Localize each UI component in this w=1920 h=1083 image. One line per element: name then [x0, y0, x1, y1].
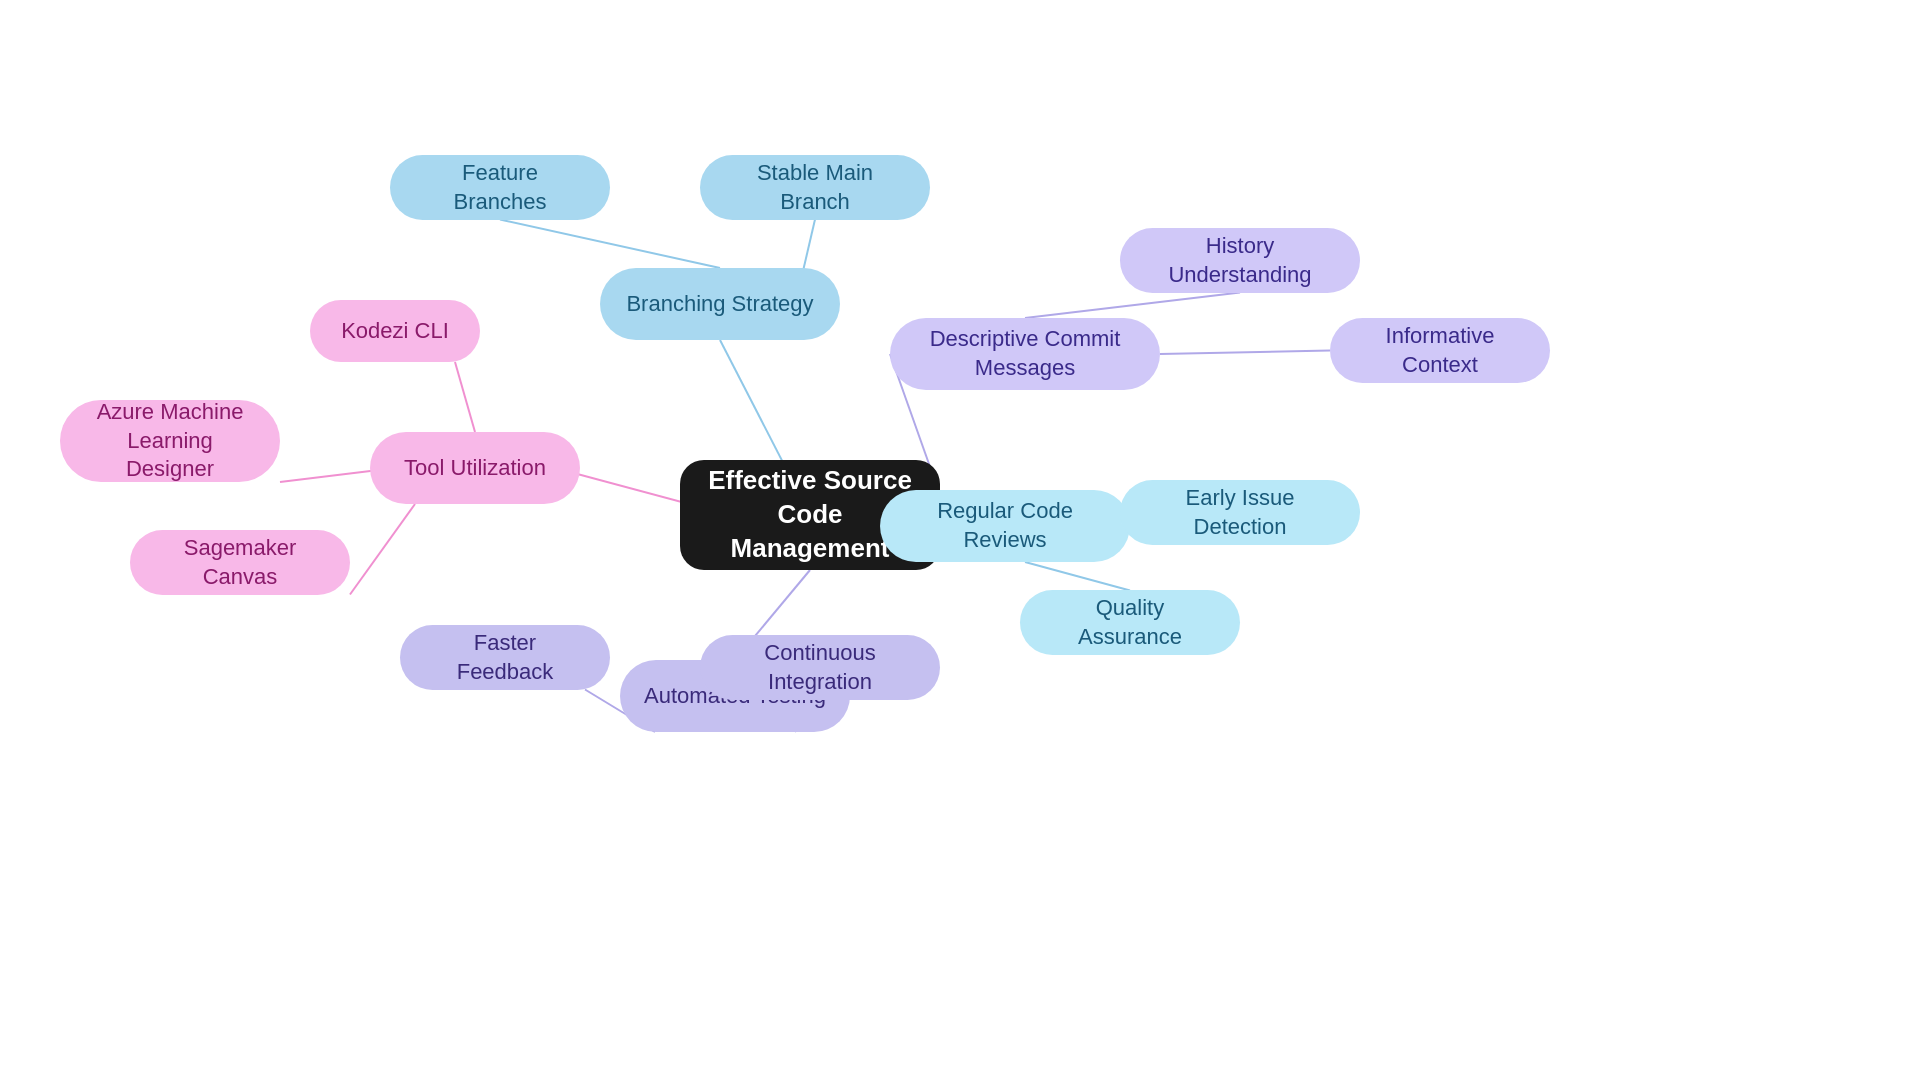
node-feature_branches: Feature Branches: [390, 155, 610, 220]
node-history_und: History Understanding: [1120, 228, 1360, 293]
svg-line-11: [1025, 293, 1240, 319]
node-cont_int: Continuous Integration: [700, 635, 940, 700]
node-branching: Branching Strategy: [600, 268, 840, 340]
svg-line-4: [455, 362, 475, 432]
node-reg_code: Regular Code Reviews: [880, 490, 1130, 562]
svg-line-12: [1160, 351, 1330, 355]
node-tool_util: Tool Utilization: [370, 432, 580, 504]
mind-map: Effective Source Code ManagementBranchin…: [0, 0, 1920, 1083]
node-azure: Azure Machine Learning Designer: [60, 400, 280, 482]
svg-line-15: [1025, 562, 1130, 591]
node-early_issue: Early Issue Detection: [1120, 480, 1360, 545]
node-kodezi: Kodezi CLI: [310, 300, 480, 362]
node-inform_ctx: Informative Context: [1330, 318, 1550, 383]
node-faster_fb: Faster Feedback: [400, 625, 610, 690]
node-quality_assur: Quality Assurance: [1020, 590, 1240, 655]
node-desc_commit: Descriptive Commit Messages: [890, 318, 1160, 390]
svg-line-1: [500, 220, 720, 269]
svg-line-6: [350, 504, 415, 595]
node-stable_main: Stable Main Branch: [700, 155, 930, 220]
node-sagemaker: Sagemaker Canvas: [130, 530, 350, 595]
